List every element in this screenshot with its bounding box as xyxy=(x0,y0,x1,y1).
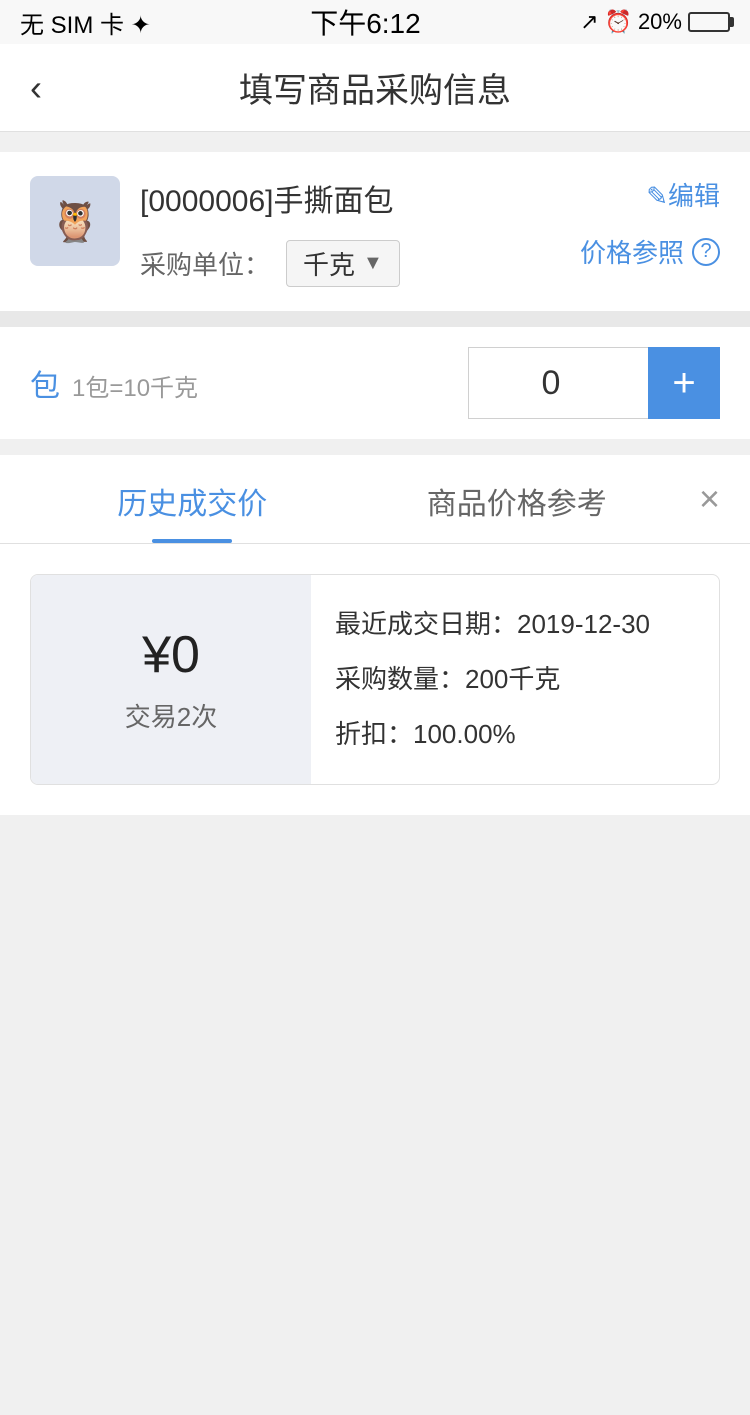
recent-date-row: 最近成交日期：2019-12-30 xyxy=(335,605,695,644)
quantity-conversion: 1包=10千克 xyxy=(72,368,198,403)
price-card: ¥0 交易2次 最近成交日期：2019-12-30 采购数量：200千克 折扣：… xyxy=(30,574,720,785)
recent-date-value: 2019-12-30 xyxy=(517,609,650,639)
status-time: 下午6:12 xyxy=(310,2,421,42)
quantity-input[interactable] xyxy=(468,347,648,419)
unit-dropdown-icon: ▼ xyxy=(363,252,383,275)
edit-button[interactable]: ✎编辑 xyxy=(646,176,720,213)
price-card-right: 最近成交日期：2019-12-30 采购数量：200千克 折扣：100.00% xyxy=(311,575,719,784)
tab-product-price-ref[interactable]: 商品价格参考 xyxy=(354,455,678,543)
recent-date-label: 最近成交日期： xyxy=(335,609,517,639)
tabs-header: 历史成交价 商品价格参考 × xyxy=(0,455,750,544)
quantity-input-block: + xyxy=(468,347,720,419)
status-right: ↗ ⏰ 20% xyxy=(580,9,730,35)
purchase-qty-value: 200千克 xyxy=(465,664,560,694)
product-card: 🦉 [0000006]手撕面包 采购单位： 千克 ▼ ✎编辑 价格参照 ? xyxy=(0,152,750,311)
price-amount: ¥0 xyxy=(142,625,200,685)
quantity-row: 包 1包=10千克 + xyxy=(0,327,750,439)
nav-bar: ‹ 填写商品采购信息 xyxy=(0,44,750,132)
battery-icon xyxy=(688,12,730,32)
tab-history-price[interactable]: 历史成交价 xyxy=(30,455,354,543)
quantity-label-block: 包 1包=10千克 xyxy=(30,361,198,405)
product-actions: ✎编辑 价格参照 ? xyxy=(580,176,720,270)
discount-row: 折扣：100.00% xyxy=(335,715,695,754)
discount-label: 折扣： xyxy=(335,719,413,749)
quantity-plus-button[interactable]: + xyxy=(648,347,720,419)
battery-pct: 20% xyxy=(638,9,682,35)
product-logo-icon: 🦉 xyxy=(50,198,100,245)
tab-product-price-ref-label: 商品价格参考 xyxy=(427,488,607,521)
product-name: [0000006]手撕面包 xyxy=(140,176,400,220)
purchase-qty-label: 采购数量： xyxy=(335,664,465,694)
status-left: 无 SIM 卡 ✦ xyxy=(20,5,151,40)
status-bar: 无 SIM 卡 ✦ 下午6:12 ↗ ⏰ 20% xyxy=(0,0,750,44)
tab-history-price-label: 历史成交价 xyxy=(117,488,267,521)
price-times: 交易2次 xyxy=(125,697,217,734)
unit-value: 千克 xyxy=(303,245,355,282)
tab-close-button[interactable]: × xyxy=(679,468,720,530)
alarm-icon: ⏰ xyxy=(605,9,632,35)
product-left: 🦉 [0000006]手撕面包 采购单位： 千克 ▼ xyxy=(30,176,400,287)
price-ref-button[interactable]: 价格参照 ? xyxy=(580,233,720,270)
tabs-panel: 历史成交价 商品价格参考 × ¥0 交易2次 最近成交日期：2019-12-30… xyxy=(0,455,750,815)
product-header: 🦉 [0000006]手撕面包 采购单位： 千克 ▼ ✎编辑 价格参照 ? xyxy=(30,176,720,287)
quantity-unit: 包 xyxy=(30,361,60,405)
unit-selector[interactable]: 千克 ▼ xyxy=(286,240,400,287)
price-ref-label: 价格参照 xyxy=(580,233,684,270)
product-thumbnail: 🦉 xyxy=(30,176,120,266)
divider xyxy=(0,311,750,327)
main-background xyxy=(0,815,750,1415)
product-unit-row: 采购单位： 千克 ▼ xyxy=(140,240,400,287)
price-card-left: ¥0 交易2次 xyxy=(31,575,311,784)
price-ref-help-icon: ? xyxy=(692,238,720,266)
purchase-qty-row: 采购数量：200千克 xyxy=(335,660,695,699)
history-price-content: ¥0 交易2次 最近成交日期：2019-12-30 采购数量：200千克 折扣：… xyxy=(0,544,750,815)
unit-label: 采购单位： xyxy=(140,245,270,282)
back-button[interactable]: ‹ xyxy=(30,57,62,119)
page-title: 填写商品采购信息 xyxy=(239,63,511,112)
direction-icon: ↗ xyxy=(580,9,598,35)
discount-value: 100.00% xyxy=(413,719,516,749)
product-info: [0000006]手撕面包 采购单位： 千克 ▼ xyxy=(140,176,400,287)
sim-label: 无 SIM 卡 ✦ xyxy=(20,5,151,40)
